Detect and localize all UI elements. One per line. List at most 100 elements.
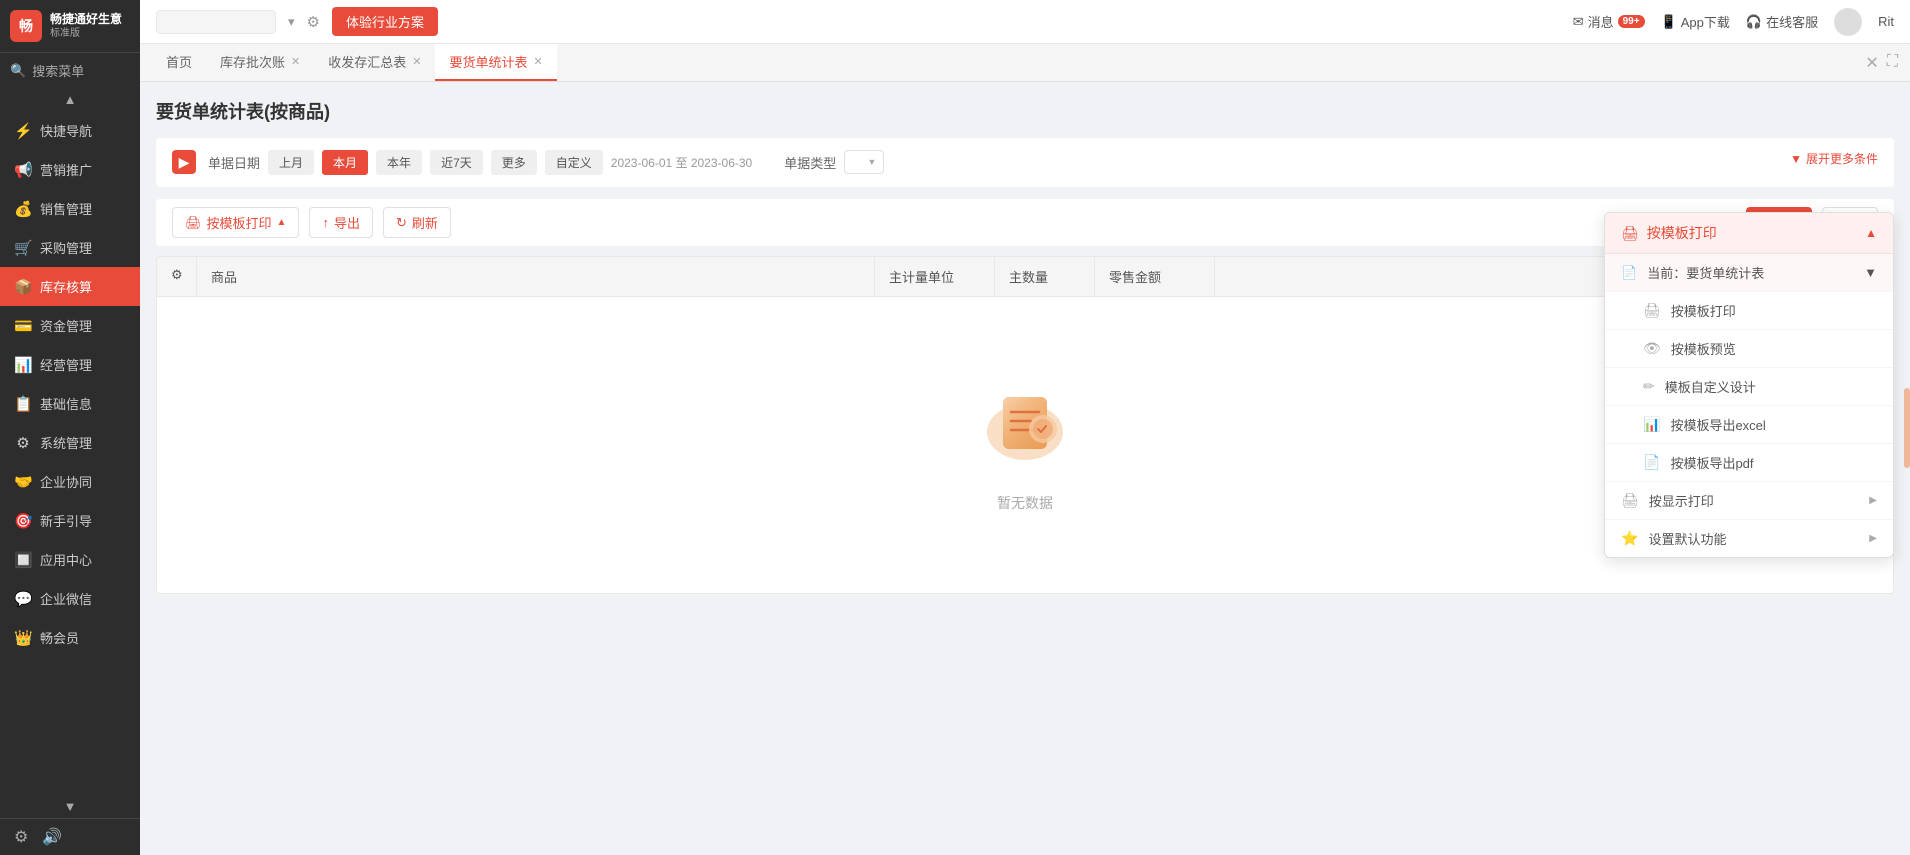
date-last7days[interactable]: 近7天 — [430, 150, 483, 175]
tab-order-stat[interactable]: 要货单统计表 ✕ — [435, 44, 556, 81]
settings-footer-icon[interactable]: ⚙ — [14, 827, 28, 847]
sidebar-item-finance[interactable]: 💳 资金管理 — [0, 306, 140, 345]
set-default-icon: ⭐ — [1621, 530, 1638, 547]
date-more[interactable]: 更多 — [491, 150, 537, 175]
export-btn[interactable]: ↑ 导出 — [309, 207, 373, 238]
user-avatar[interactable] — [1834, 8, 1862, 36]
date-filter-group: 单据日期 上月 本月 本年 近7天 更多 自定义 2023-06-01 至 20… — [208, 150, 752, 175]
sidebar-item-purchase[interactable]: 🛒 采购管理 — [0, 228, 140, 267]
sales-icon: 💰 — [14, 200, 32, 218]
doctype-select-wrapper — [844, 150, 884, 174]
page-title: 要货单统计表(按商品) — [156, 98, 1894, 124]
topbar-search-input[interactable] — [156, 10, 276, 34]
date-current-month[interactable]: 本月 — [322, 150, 368, 175]
filter-toggle-btn[interactable]: ▶ — [172, 150, 196, 174]
th-settings[interactable]: ⚙ — [157, 257, 197, 296]
sidebar-item-apps[interactable]: 🔲 应用中心 — [0, 540, 140, 579]
print-dropdown: 🖨 按模板打印 ▲ 📄 当前：要货单统计表 ▼ 🖨 按模板打印 👁 按模板预览 — [1604, 212, 1894, 558]
expand-window-icon[interactable]: ⛶ — [1887, 53, 1898, 73]
logo-text: 畅捷通好生意 标准版 — [50, 12, 122, 41]
current-item-chevron: ▼ — [1864, 265, 1877, 280]
dropdown-item-template-preview[interactable]: 👁 按模板预览 — [1605, 330, 1893, 368]
sidebar-item-sales[interactable]: 💰 销售管理 — [0, 189, 140, 228]
print-btn[interactable]: 🖨 按模板打印 ▲ — [172, 207, 299, 238]
filter-bar: ▶ 单据日期 上月 本月 本年 近7天 更多 自定义 2023-06-01 至 … — [156, 138, 1894, 187]
th-quantity: 主数量 — [995, 257, 1095, 296]
date-prev-month[interactable]: 上月 — [268, 150, 314, 175]
wechat-icon: 💬 — [14, 590, 32, 608]
dropdown-section-set-default[interactable]: ⭐ 设置默认功能 ▶ — [1605, 520, 1893, 557]
dropdown-print-icon: 🖨 — [1621, 225, 1639, 242]
topbar-gear-icon[interactable]: ⚙ — [307, 13, 320, 31]
sidebar-nav: ⚡ 快捷导航 📢 营销推广 💰 销售管理 🛒 采购管理 📦 库存核算 💳 资金管… — [0, 111, 140, 795]
sidebar-item-vip[interactable]: 👑 畅会员 — [0, 618, 140, 657]
dropdown-section-display-print[interactable]: 🖨 按显示打印 ▶ — [1605, 482, 1893, 520]
app-download-btn[interactable]: 📱 App下载 — [1661, 12, 1730, 31]
tab-receipt-summary-close[interactable]: ✕ — [412, 55, 421, 68]
content-area: 要货单统计表(按商品) ▶ 单据日期 上月 本月 本年 近7天 更多 自定义 2… — [140, 82, 1910, 855]
tab-order-stat-close[interactable]: ✕ — [534, 55, 543, 68]
sidebar: 畅 畅捷通好生意 标准版 🔍 搜索菜单 ▲ ⚡ 快捷导航 📢 营销推广 💰 销售… — [0, 0, 140, 855]
current-doc-icon: 📄 — [1621, 265, 1637, 281]
tab-home[interactable]: 首页 — [152, 44, 206, 81]
date-custom[interactable]: 自定义 — [545, 150, 603, 175]
dropdown-current-item[interactable]: 📄 当前：要货单统计表 ▼ — [1605, 254, 1893, 292]
template-print-icon: 🖨 — [1643, 302, 1661, 319]
sound-footer-icon[interactable]: 🔊 — [42, 827, 62, 847]
right-scroll-handle[interactable] — [1904, 388, 1910, 468]
refresh-btn[interactable]: ↻ 刷新 — [383, 207, 451, 238]
scroll-down-btn[interactable]: ▼ — [0, 795, 140, 818]
refresh-icon: ↻ — [396, 215, 407, 231]
sidebar-item-inventory[interactable]: 📦 库存核算 — [0, 267, 140, 306]
sidebar-item-enterprise[interactable]: 🤝 企业协同 — [0, 462, 140, 501]
topbar-dropdown-chevron[interactable]: ▾ — [288, 14, 295, 30]
dropdown-item-template-print[interactable]: 🖨 按模板打印 — [1605, 292, 1893, 330]
close-window-icon[interactable]: ✕ — [1865, 53, 1878, 73]
doctype-select[interactable] — [844, 150, 884, 174]
doctype-filter-group: 单据类型 — [784, 150, 884, 174]
expand-arrow-icon: ▼ — [1790, 152, 1802, 166]
sidebar-item-marketing[interactable]: 📢 营销推广 — [0, 150, 140, 189]
th-unit: 主计量单位 — [875, 257, 995, 296]
sidebar-item-operations[interactable]: 📊 经营管理 — [0, 345, 140, 384]
messages-btn[interactable]: ✉ 消息 99+ — [1573, 12, 1645, 31]
doctype-filter-label: 单据类型 — [784, 153, 836, 172]
scroll-up-btn[interactable]: ▲ — [0, 88, 140, 111]
date-range-display: 2023-06-01 至 2023-06-30 — [611, 154, 752, 171]
display-print-chevron: ▶ — [1869, 495, 1877, 506]
empty-icon — [975, 377, 1075, 481]
th-product: 商品 — [197, 257, 875, 296]
dropdown-header-chevron[interactable]: ▲ — [1865, 226, 1877, 240]
apps-icon: 🔲 — [14, 551, 32, 569]
set-default-chevron: ▶ — [1869, 533, 1877, 544]
trial-btn[interactable]: 体验行业方案 — [332, 7, 438, 36]
purchase-icon: 🛒 — [14, 239, 32, 257]
tab-receipt-summary[interactable]: 收发存汇总表 ✕ — [314, 44, 435, 81]
topbar-right: ✉ 消息 99+ 📱 App下载 🎧 在线客服 Rit — [1573, 8, 1894, 36]
dropdown-item-template-pdf[interactable]: 📄 按模板导出pdf — [1605, 444, 1893, 482]
dropdown-item-template-custom[interactable]: ✏ 模板自定义设计 — [1605, 368, 1893, 406]
dropdown-item-template-excel[interactable]: 📊 按模板导出excel — [1605, 406, 1893, 444]
sidebar-search[interactable]: 🔍 搜索菜单 — [0, 53, 140, 88]
inventory-icon: 📦 — [14, 278, 32, 296]
sidebar-item-basic[interactable]: 📋 基础信息 — [0, 384, 140, 423]
print-chevron-icon: ▲ — [277, 217, 287, 228]
date-current-year[interactable]: 本年 — [376, 150, 422, 175]
expand-filter-btn[interactable]: ▼ 展开更多条件 — [1790, 150, 1878, 167]
display-print-icon: 🖨 — [1621, 492, 1639, 509]
date-filter-label: 单据日期 — [208, 153, 260, 172]
tab-batch-account-close[interactable]: ✕ — [291, 55, 300, 68]
sidebar-item-quick-nav[interactable]: ⚡ 快捷导航 — [0, 111, 140, 150]
sidebar-item-guide[interactable]: 🎯 新手引导 — [0, 501, 140, 540]
sidebar-footer: ⚙ 🔊 — [0, 818, 140, 855]
sidebar-item-system[interactable]: ⚙ 系统管理 — [0, 423, 140, 462]
tab-batch-account[interactable]: 库存批次账 ✕ — [206, 44, 314, 81]
online-service-btn[interactable]: 🎧 在线客服 — [1746, 12, 1818, 31]
username: Rit — [1878, 14, 1894, 29]
sidebar-item-wechat[interactable]: 💬 企业微信 — [0, 579, 140, 618]
search-icon: 🔍 — [10, 63, 26, 79]
topbar: ▾ ⚙ 体验行业方案 ✉ 消息 99+ 📱 App下载 🎧 在线客服 Rit — [140, 0, 1910, 44]
marketing-icon: 📢 — [14, 161, 32, 179]
main-area: ▾ ⚙ 体验行业方案 ✉ 消息 99+ 📱 App下载 🎧 在线客服 Rit 首… — [140, 0, 1910, 855]
logo-icon: 畅 — [10, 10, 42, 42]
